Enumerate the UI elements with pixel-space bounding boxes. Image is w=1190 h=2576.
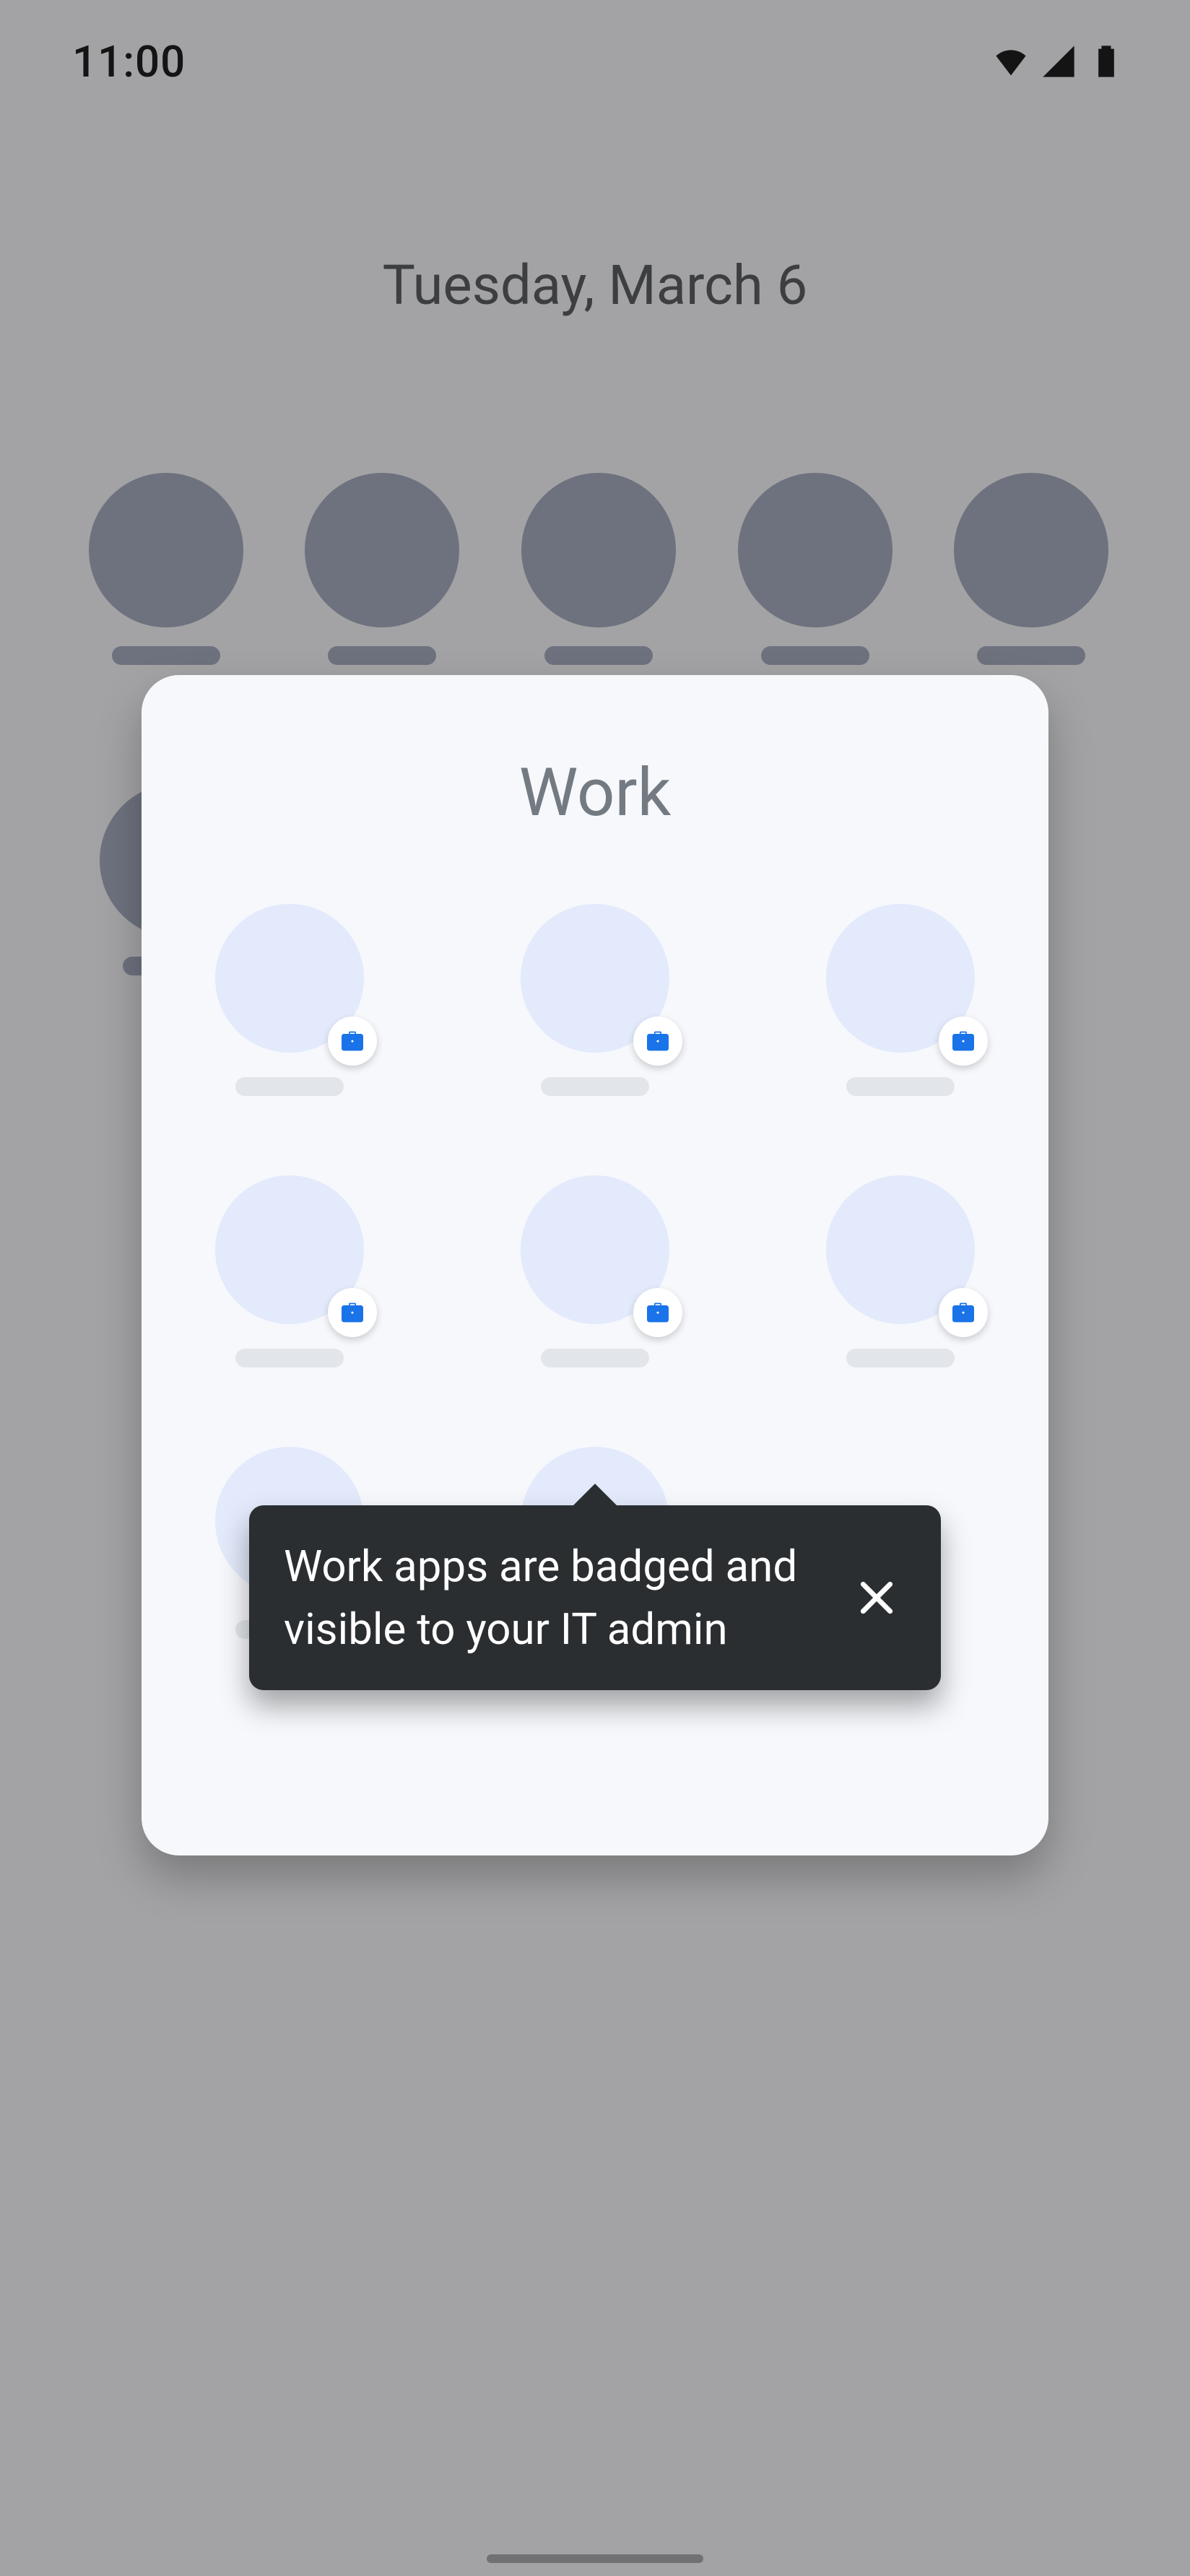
work-app-icon <box>215 1175 364 1324</box>
briefcase-icon <box>939 1288 988 1337</box>
briefcase-icon <box>633 1288 682 1337</box>
work-app-label-placeholder <box>846 1077 955 1096</box>
work-app-label-placeholder <box>541 1077 649 1096</box>
work-app[interactable] <box>519 904 671 1096</box>
briefcase-icon <box>328 1017 377 1066</box>
work-app-icon <box>826 1175 975 1324</box>
work-app-label-placeholder <box>235 1349 344 1367</box>
briefcase-icon <box>328 1288 377 1337</box>
work-app[interactable] <box>214 1175 365 1367</box>
briefcase-icon <box>939 1017 988 1066</box>
briefcase-icon <box>633 1017 682 1066</box>
work-app[interactable] <box>825 1175 976 1367</box>
work-app-label-placeholder <box>846 1349 955 1367</box>
work-app-icon <box>521 904 669 1053</box>
work-app[interactable] <box>825 904 976 1096</box>
work-app-label-placeholder <box>235 1077 344 1096</box>
work-app-icon <box>521 1175 669 1324</box>
work-app-icon <box>826 904 975 1053</box>
tooltip-close-button[interactable] <box>844 1565 909 1630</box>
work-app-icon <box>215 904 364 1053</box>
work-apps-tooltip: Work apps are badged and visible to your… <box>249 1505 941 1690</box>
work-folder-title: Work <box>202 754 988 832</box>
close-icon <box>854 1575 900 1621</box>
work-app-label-placeholder <box>541 1349 649 1367</box>
work-app[interactable] <box>519 1175 671 1367</box>
work-app[interactable] <box>214 904 365 1096</box>
gesture-nav-bar[interactable] <box>487 2554 703 2563</box>
tooltip-text: Work apps are badged and visible to your… <box>284 1535 833 1661</box>
